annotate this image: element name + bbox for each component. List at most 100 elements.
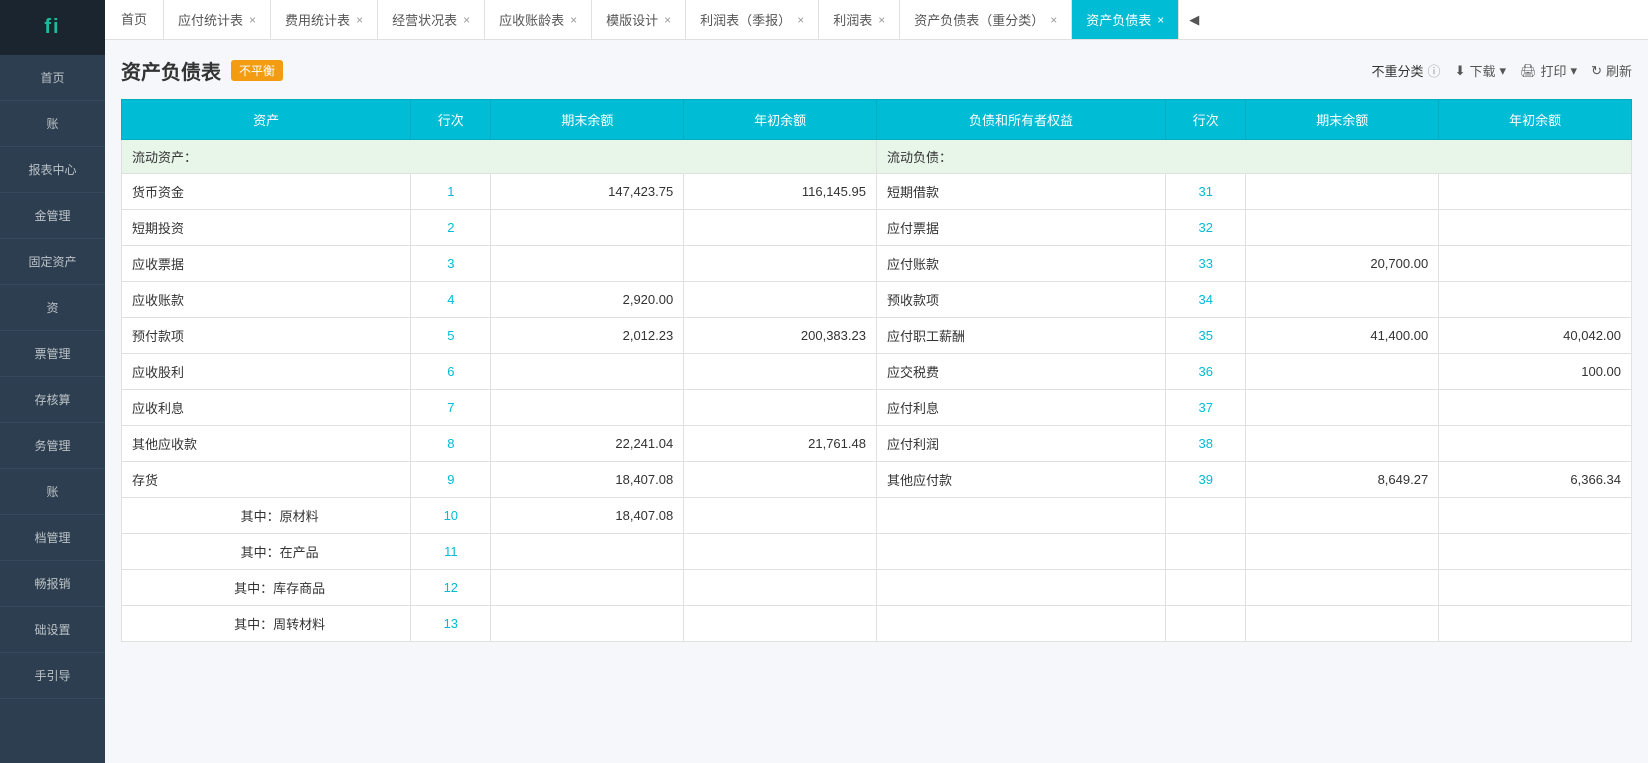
- year-start-value: 21,761.48: [684, 426, 877, 462]
- tab-close-receivable-aging[interactable]: ×: [570, 13, 577, 27]
- year-start-value2: [1439, 606, 1632, 642]
- liability-name: [876, 570, 1165, 606]
- row-number[interactable]: 10: [411, 498, 491, 534]
- period-end-value2: [1246, 210, 1439, 246]
- row-number2[interactable]: 36: [1166, 354, 1246, 390]
- sidebar-item-ledger[interactable]: 账: [0, 469, 105, 515]
- period-end-value: [491, 210, 684, 246]
- liability-name: 应交税费: [876, 354, 1165, 390]
- sidebar-item-home[interactable]: 首页: [0, 55, 105, 101]
- section-left-label: 流动资产：: [122, 140, 877, 174]
- liability-name: 应付利息: [876, 390, 1165, 426]
- year-start-value2: 100.00: [1439, 354, 1632, 390]
- tab-close-operations[interactable]: ×: [463, 13, 470, 27]
- tab-template-design[interactable]: 模版设计 ×: [592, 0, 686, 40]
- refresh-button[interactable]: ↻ 刷新: [1591, 61, 1632, 80]
- sidebar-item-business[interactable]: 务管理: [0, 423, 105, 469]
- row-number[interactable]: 3: [411, 246, 491, 282]
- year-start-value2: 40,042.00: [1439, 318, 1632, 354]
- tab-home[interactable]: 首页: [105, 0, 164, 40]
- row-number[interactable]: 7: [411, 390, 491, 426]
- row-number[interactable]: 9: [411, 462, 491, 498]
- unbalanced-badge: 不平衡: [231, 60, 283, 81]
- period-end-value2: [1246, 174, 1439, 210]
- row-number2[interactable]: 38: [1166, 426, 1246, 462]
- sidebar-item-inventory[interactable]: 存核算: [0, 377, 105, 423]
- row-number2[interactable]: 32: [1166, 210, 1246, 246]
- row-number[interactable]: 1: [411, 174, 491, 210]
- sidebar-item-archive[interactable]: 档管理: [0, 515, 105, 561]
- balance-table: 资产 行次 期末余额 年初余额 负债和所有者权益 行次 期末余额 年初余额 流动…: [121, 99, 1632, 642]
- period-end-value2: [1246, 390, 1439, 426]
- tab-income-quarterly[interactable]: 利润表（季报） ×: [686, 0, 819, 40]
- page-header: 资产负债表 不平衡 不重分类 ⓘ ⬇ 下载 ▾ 🖨 打印 ▾: [121, 56, 1632, 85]
- sidebar-item-expense[interactable]: 畅报销: [0, 561, 105, 607]
- year-start-value: 116,145.95: [684, 174, 877, 210]
- tab-balance[interactable]: 资产负债表 ×: [1072, 0, 1179, 40]
- tab-income[interactable]: 利润表 ×: [819, 0, 900, 40]
- sidebar-item-settings[interactable]: 础设置: [0, 607, 105, 653]
- print-label: 打印: [1541, 61, 1567, 80]
- tab-receivable-aging[interactable]: 应收账龄表 ×: [485, 0, 592, 40]
- period-end-value2: [1246, 354, 1439, 390]
- asset-name: 其中：在产品: [122, 534, 411, 570]
- no-reclassify-option[interactable]: 不重分类 ⓘ: [1372, 61, 1441, 80]
- header-asset: 资产: [122, 100, 411, 140]
- period-end-value: [491, 570, 684, 606]
- tab-close-expense-stats[interactable]: ×: [356, 13, 363, 27]
- row-number2[interactable]: 35: [1166, 318, 1246, 354]
- row-number2[interactable]: 31: [1166, 174, 1246, 210]
- header-year-start2: 年初余额: [1439, 100, 1632, 140]
- tab-operations[interactable]: 经营状况表 ×: [378, 0, 485, 40]
- sidebar-item-capital[interactable]: 资: [0, 285, 105, 331]
- row-number[interactable]: 13: [411, 606, 491, 642]
- row-number2: [1166, 570, 1246, 606]
- header-period-end: 期末余额: [491, 100, 684, 140]
- liability-name: [876, 606, 1165, 642]
- period-end-value: 22,241.04: [491, 426, 684, 462]
- tab-close-balance-reclassified[interactable]: ×: [1050, 13, 1057, 27]
- period-end-value: 147,423.75: [491, 174, 684, 210]
- header-actions: 不重分类 ⓘ ⬇ 下载 ▾ 🖨 打印 ▾ ↻ 刷新: [1372, 61, 1632, 80]
- year-start-value: [684, 390, 877, 426]
- download-button[interactable]: ⬇ 下载 ▾: [1455, 61, 1506, 80]
- row-number[interactable]: 6: [411, 354, 491, 390]
- tab-close-income-quarterly[interactable]: ×: [797, 13, 804, 27]
- tab-expense-stats[interactable]: 费用统计表 ×: [271, 0, 378, 40]
- liability-name: [876, 534, 1165, 570]
- row-number[interactable]: 4: [411, 282, 491, 318]
- row-number2[interactable]: 34: [1166, 282, 1246, 318]
- table-row: 其他应收款 8 22,241.04 21,761.48 应付利润 38: [122, 426, 1632, 462]
- row-number[interactable]: 5: [411, 318, 491, 354]
- tab-close-income[interactable]: ×: [878, 13, 885, 27]
- sidebar-item-account[interactable]: 账: [0, 101, 105, 147]
- no-reclassify-label: 不重分类: [1372, 61, 1424, 80]
- row-number[interactable]: 8: [411, 426, 491, 462]
- asset-name: 货币资金: [122, 174, 411, 210]
- tab-scroll-arrow[interactable]: ◀: [1179, 0, 1209, 40]
- page-title-area: 资产负债表 不平衡: [121, 56, 283, 85]
- period-end-value: [491, 354, 684, 390]
- row-number2[interactable]: 39: [1166, 462, 1246, 498]
- tab-close-template-design[interactable]: ×: [664, 13, 671, 27]
- section-row: 流动资产： 流动负债：: [122, 140, 1632, 174]
- row-number2[interactable]: 33: [1166, 246, 1246, 282]
- header-period-end2: 期末余额: [1246, 100, 1439, 140]
- sidebar-item-ticket[interactable]: 票管理: [0, 331, 105, 377]
- asset-name: 应收账款: [122, 282, 411, 318]
- print-chevron-icon: ▾: [1571, 63, 1578, 79]
- row-number[interactable]: 2: [411, 210, 491, 246]
- tab-payable-stats[interactable]: 应付统计表 ×: [164, 0, 271, 40]
- tab-close-payable-stats[interactable]: ×: [249, 13, 256, 27]
- row-number[interactable]: 12: [411, 570, 491, 606]
- sidebar-item-fund[interactable]: 金管理: [0, 193, 105, 239]
- sidebar-item-guide[interactable]: 手引导: [0, 653, 105, 699]
- row-number2[interactable]: 37: [1166, 390, 1246, 426]
- print-button[interactable]: 🖨 打印 ▾: [1520, 61, 1577, 80]
- sidebar-item-fixedasset[interactable]: 固定资产: [0, 239, 105, 285]
- sidebar-item-report[interactable]: 报表中心: [0, 147, 105, 193]
- tab-balance-reclassified[interactable]: 资产负债表（重分类） ×: [900, 0, 1072, 40]
- tab-close-balance[interactable]: ×: [1157, 13, 1164, 27]
- table-row: 应收票据 3 应付账款 33 20,700.00: [122, 246, 1632, 282]
- row-number[interactable]: 11: [411, 534, 491, 570]
